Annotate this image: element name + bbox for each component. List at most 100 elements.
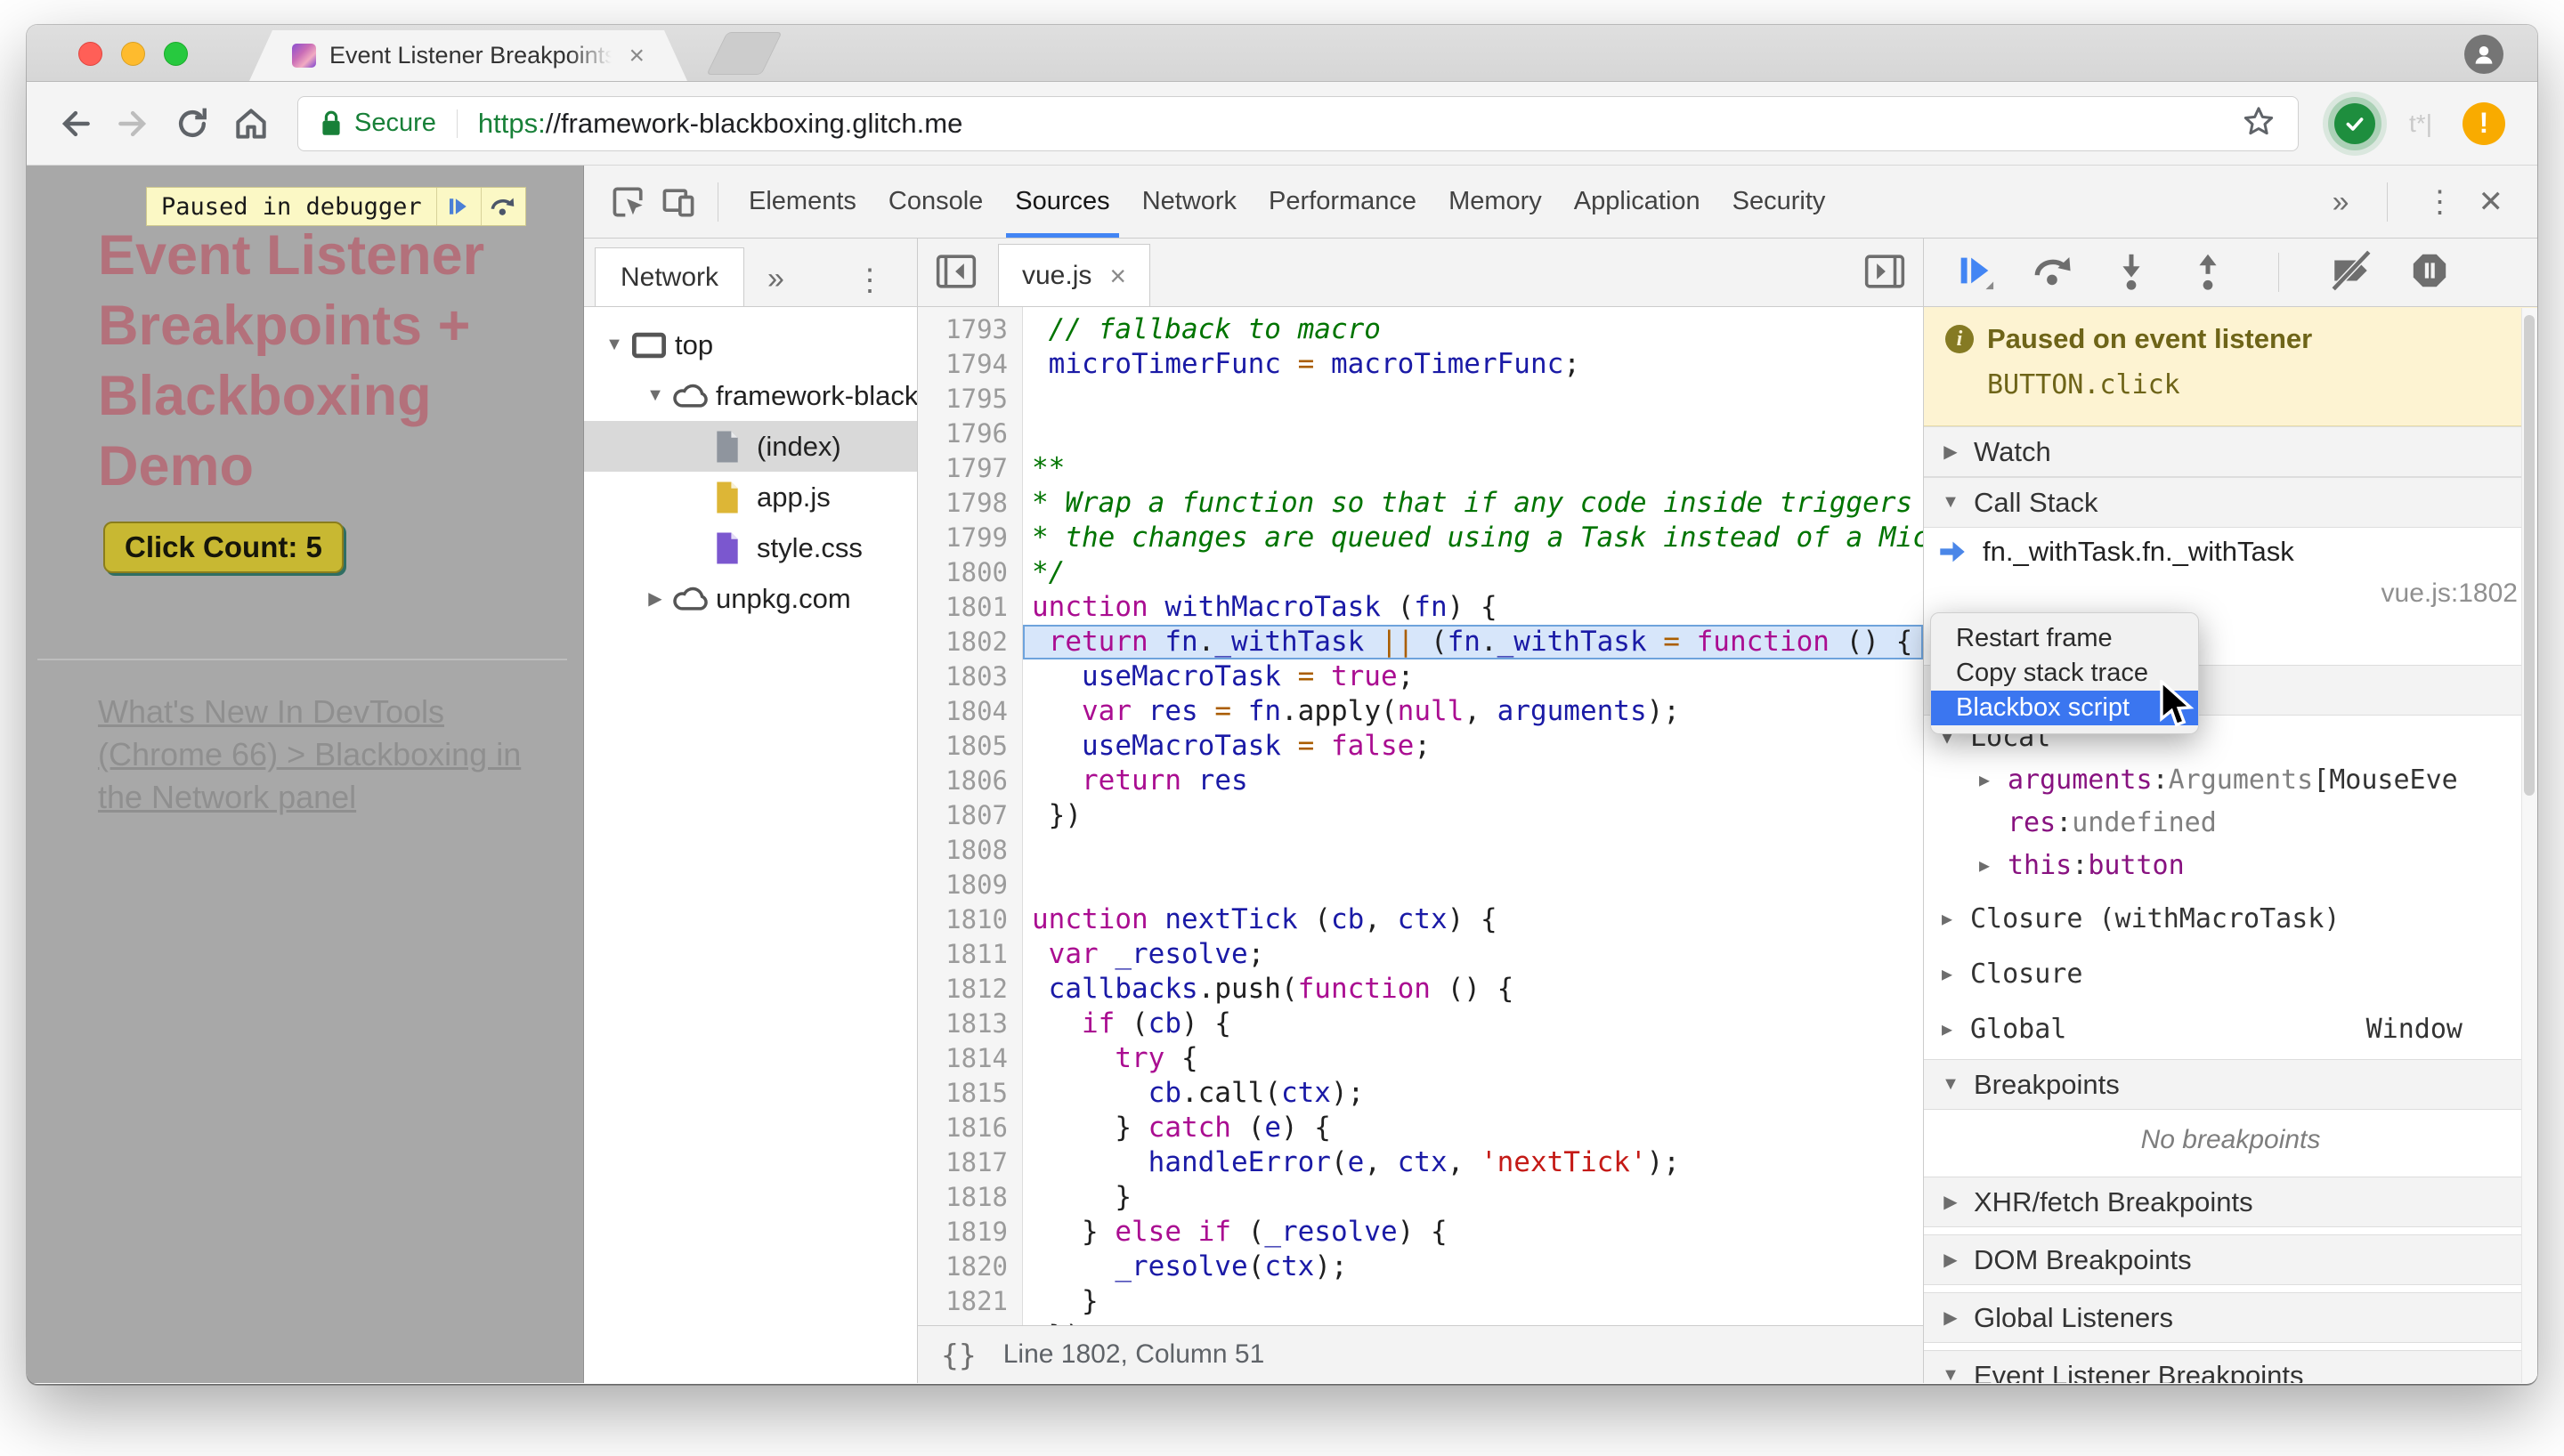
scope-row[interactable]: res: undefined: [1924, 801, 2537, 844]
new-tab-button[interactable]: [706, 32, 783, 75]
editor-tab-vuejs[interactable]: vue.js ×: [998, 244, 1151, 306]
navigator-more-tabs-icon[interactable]: »: [767, 263, 784, 294]
tree-item-unpkg-com[interactable]: ▶ unpkg.com: [584, 573, 917, 624]
section-event-listener-breakpoints[interactable]: ▼ Event Listener Breakpoints: [1924, 1350, 2537, 1383]
step-out-button[interactable]: [2187, 250, 2228, 295]
section-breakpoints[interactable]: ▼ Breakpoints: [1924, 1059, 2537, 1110]
extension-warning-icon[interactable]: !: [2463, 101, 2505, 145]
code-token: function: [1297, 973, 1431, 1005]
browser-tab[interactable]: Event Listener Breakpoints + B ×: [249, 30, 687, 81]
section-call-stack[interactable]: ▼ Call Stack: [1924, 477, 2537, 528]
tab-close-icon[interactable]: ×: [629, 43, 645, 69]
extension-check-icon[interactable]: [2334, 102, 2375, 144]
tab-console[interactable]: Console: [872, 166, 999, 238]
scope-row[interactable]: ▶ Global Window: [1924, 1006, 2537, 1052]
call-stack-frame[interactable]: fn._withTask.fn._withTask: [1924, 528, 2537, 576]
devtools-menu-icon[interactable]: ⋮: [2425, 187, 2455, 217]
tree-item-top[interactable]: ▼ top: [584, 320, 917, 370]
code-token: _withTask: [1214, 626, 1365, 658]
section-global-listeners[interactable]: ▶ Global Listeners: [1924, 1292, 2537, 1343]
extension-faded-icon[interactable]: t*|: [2397, 106, 2445, 142]
code-viewport[interactable]: 1793 1794 1795 1796 1797 1798 1799 1800 1801 1802…: [918, 307, 1923, 1325]
minimize-window-button[interactable]: [121, 42, 145, 66]
hide-navigator-icon[interactable]: [936, 254, 977, 294]
code-token: ;: [1414, 730, 1431, 762]
sidebar-scrollbar[interactable]: [2521, 308, 2537, 1383]
forward-button[interactable]: [109, 99, 158, 149]
chevron-right-icon[interactable]: ▶: [1974, 854, 1995, 876]
pretty-print-icon[interactable]: {}: [941, 1338, 977, 1372]
chevron-down-icon[interactable]: ▼: [596, 335, 632, 355]
devtools-close-icon[interactable]: ✕: [2479, 187, 2504, 217]
section-watch[interactable]: ▶ Watch: [1924, 426, 2537, 477]
section-dom-breakpoints[interactable]: ▶ DOM Breakpoints: [1924, 1234, 2537, 1285]
tab-performance[interactable]: Performance: [1253, 166, 1432, 238]
tab-network[interactable]: Network: [1126, 166, 1253, 238]
tree-item-style-css[interactable]: style.css: [584, 522, 917, 573]
scope-row[interactable]: ▶ Closure: [1924, 950, 2537, 997]
device-toolbar-icon[interactable]: [653, 177, 703, 227]
show-overrides-icon[interactable]: [1864, 254, 1905, 294]
profile-icon[interactable]: [2464, 35, 2503, 74]
editor-tab-close-icon[interactable]: ×: [1109, 262, 1126, 290]
tab-elements[interactable]: Elements: [733, 166, 872, 238]
chevron-right-icon[interactable]: ▶: [637, 587, 673, 610]
chevron-right-icon[interactable]: ▶: [1974, 769, 1995, 790]
chevron-right-icon[interactable]: ▶: [1936, 908, 1958, 929]
tree-item-framework-blackboxing-glitch-me[interactable]: ▼ framework-blackboxing.glitch.me: [584, 370, 917, 421]
code-line: * Wrap a function so that if any code in…: [1023, 486, 1923, 521]
line-number: 1821: [945, 1286, 1008, 1316]
frame-location[interactable]: vue.js:1802: [1924, 576, 2537, 615]
frame-function-name: fn._withTask.fn._withTask: [1983, 536, 2294, 567]
code-token: =: [1214, 695, 1232, 727]
reload-button[interactable]: [167, 99, 217, 149]
more-tabs-icon[interactable]: »: [2333, 187, 2349, 217]
navigator-tab-network[interactable]: Network: [595, 247, 745, 306]
tab-memory[interactable]: Memory: [1432, 166, 1558, 238]
chevron-right-icon[interactable]: ▶: [1936, 1018, 1958, 1039]
chevron-right-icon: ▶: [1943, 1193, 1958, 1212]
tree-item-app-js[interactable]: app.js: [584, 472, 917, 522]
step-over-button[interactable]: [2031, 250, 2075, 295]
menu-item-restart-frame[interactable]: Restart frame: [1931, 621, 2198, 656]
scope-text: button: [2088, 849, 2185, 881]
code-token: res: [1148, 695, 1198, 727]
bookmark-star-icon[interactable]: [2241, 103, 2276, 143]
inspect-element-icon[interactable]: [604, 177, 653, 227]
close-window-button[interactable]: [78, 42, 102, 66]
zoom-window-button[interactable]: [164, 42, 188, 66]
chevron-down-icon[interactable]: ▼: [637, 385, 673, 406]
code-line: handleError(e, ctx, 'nextTick');: [1023, 1145, 1923, 1180]
resume-script-icon[interactable]: [435, 188, 481, 225]
scope-row[interactable]: ▶ arguments: Arguments [MouseEve: [1924, 758, 2537, 801]
scope-row[interactable]: ▶ Closure (withMacroTask): [1924, 895, 2537, 942]
pause-on-exceptions-button[interactable]: [2409, 250, 2450, 295]
scrollbar-thumb[interactable]: [2524, 315, 2535, 796]
tab-security[interactable]: Security: [1716, 166, 1842, 238]
devtools-blog-link[interactable]: What's New In DevTools (Chrome 66) > Bla…: [98, 691, 561, 819]
address-bar[interactable]: Secure https://framework-blackboxing.gli…: [297, 95, 2299, 151]
chevron-right-icon[interactable]: ▶: [1936, 963, 1958, 984]
step-into-button[interactable]: [2111, 250, 2152, 295]
navigator-menu-icon[interactable]: ⋮: [855, 265, 885, 295]
deactivate-breakpoints-button[interactable]: [2329, 250, 2373, 295]
section-xhr-breakpoints[interactable]: ▶ XHR/fetch Breakpoints: [1924, 1177, 2537, 1227]
tab-sources[interactable]: Sources: [999, 166, 1125, 238]
code-token: ,: [1364, 1146, 1398, 1178]
click-count-button[interactable]: Click Count: 5: [103, 522, 344, 573]
line-number-gutter: 1793 1794 1795 1796 1797 1798 1799 1800 1801 1802…: [918, 307, 1023, 1325]
tab-application[interactable]: Application: [1558, 166, 1716, 238]
paused-banner-detail: BUTTON.click: [1987, 369, 2180, 400]
tree-item--index-[interactable]: (index): [584, 421, 917, 472]
back-button[interactable]: [50, 99, 100, 149]
scope-row[interactable]: ▶ this: button: [1924, 844, 2537, 886]
resume-button[interactable]: [1954, 250, 1995, 295]
home-button[interactable]: [226, 99, 276, 149]
step-over-pill-icon[interactable]: [480, 188, 525, 225]
code-token: **: [1032, 452, 1066, 484]
